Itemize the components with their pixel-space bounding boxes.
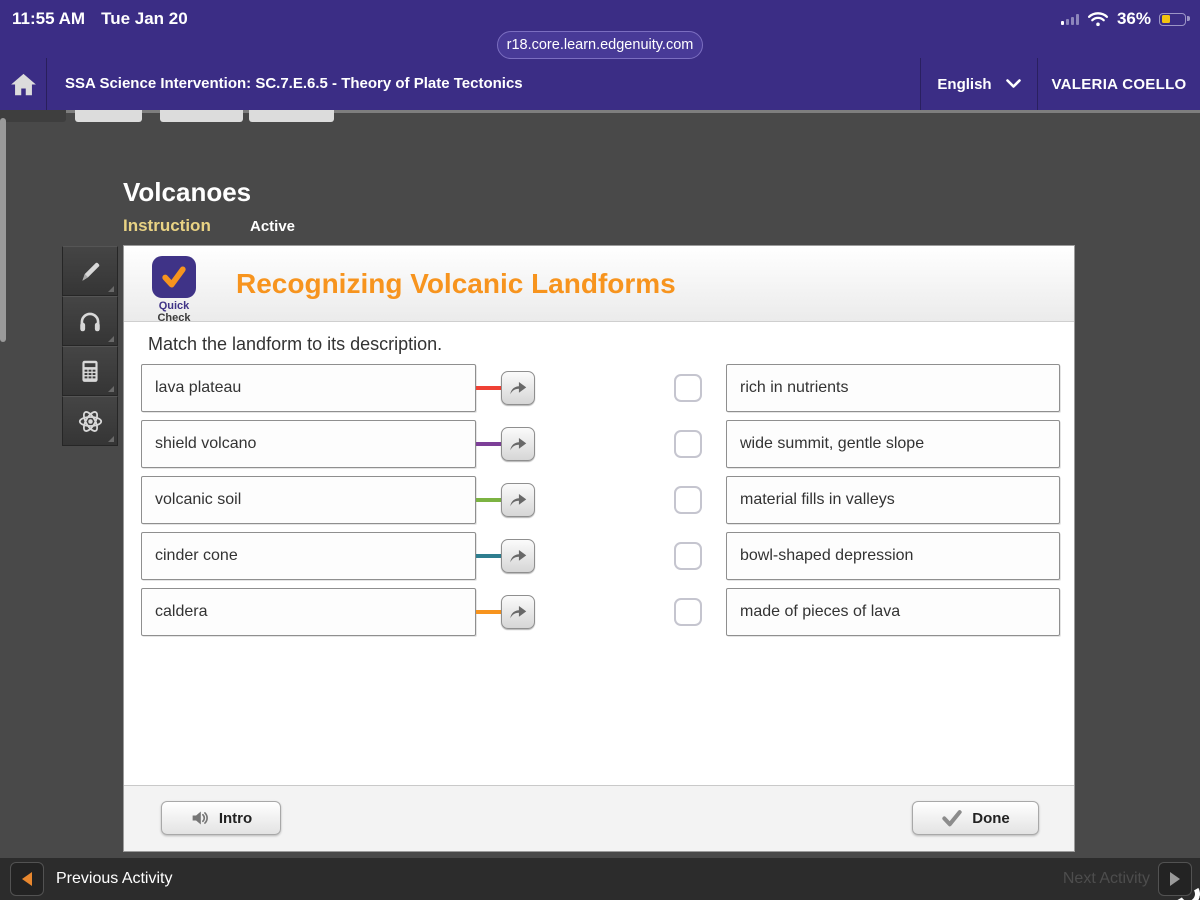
user-menu[interactable]: VALERIA COELLO [1038, 58, 1200, 110]
badge-label-quick: Quick [158, 300, 190, 312]
browser-header: 11:55 AM Tue Jan 20 36% r18.core.learn.e… [0, 0, 1200, 110]
tab-instruction[interactable]: Instruction [123, 216, 211, 236]
term-box[interactable]: volcanic soil [141, 476, 476, 524]
answer-checkbox[interactable] [674, 374, 702, 402]
tool-rail [62, 246, 118, 446]
calculator-tool-button[interactable] [62, 346, 118, 396]
answer-checkbox[interactable] [674, 430, 702, 458]
match-row: caldera made of pieces of lava [124, 588, 1074, 636]
date: Tue Jan 20 [101, 9, 188, 28]
bottom-nav-bar: Previous Activity Next Activity [0, 858, 1200, 900]
tab-active[interactable]: Active [250, 218, 295, 235]
match-arrow-button[interactable] [501, 371, 535, 405]
intro-button[interactable]: Intro [161, 801, 281, 835]
done-check-icon [942, 810, 962, 827]
term-box[interactable]: shield volcano [141, 420, 476, 468]
description-box[interactable]: rich in nutrients [726, 364, 1060, 412]
clock: 11:55 AM [12, 9, 86, 28]
audio-tool-button[interactable] [62, 296, 118, 346]
headphones-icon [80, 312, 100, 332]
curved-arrow-icon [510, 494, 527, 507]
home-icon [10, 73, 36, 95]
progress-segment [75, 110, 142, 122]
highlighter-pen-icon [82, 262, 100, 281]
language-label: English [937, 75, 992, 93]
progress-segment [160, 110, 243, 122]
answer-checkbox[interactable] [674, 542, 702, 570]
lesson-title: Volcanoes [123, 177, 252, 207]
previous-activity-button[interactable] [10, 862, 44, 896]
connector-line [476, 498, 502, 502]
quick-check-card: Quick Check Recognizing Volcanic Landfor… [123, 245, 1075, 852]
progress-segment [249, 110, 334, 122]
left-scrollbar[interactable] [0, 118, 6, 342]
connector-line [476, 610, 502, 614]
match-arrow-button[interactable] [501, 483, 535, 517]
address-bar[interactable]: r18.core.learn.edgenuity.com [497, 31, 703, 59]
language-selector[interactable]: English [920, 58, 1038, 110]
answer-checkbox[interactable] [674, 598, 702, 626]
match-arrow-button[interactable] [501, 595, 535, 629]
curved-arrow-icon [510, 438, 527, 451]
match-row: lava plateau rich in nutrients [124, 364, 1074, 412]
user-name: VALERIA COELLO [1051, 75, 1187, 93]
card-footer: Intro Done [124, 785, 1074, 851]
activity-heading: Recognizing Volcanic Landforms [236, 268, 676, 299]
course-title: SSA Science Intervention: SC.7.E.6.5 - T… [65, 75, 523, 92]
term-box[interactable]: cinder cone [141, 532, 476, 580]
match-row: shield volcano wide summit, gentle slope [124, 420, 1074, 468]
term-box[interactable]: caldera [141, 588, 476, 636]
question-prompt: Match the landform to its description. [148, 334, 443, 354]
connector-line [476, 386, 502, 390]
chevron-down-icon [1005, 79, 1021, 88]
done-button-label: Done [972, 809, 1010, 827]
status-bar-left: 11:55 AM Tue Jan 20 [12, 9, 188, 29]
match-arrow-button[interactable] [501, 539, 535, 573]
quick-check-header: Quick Check Recognizing Volcanic Landfor… [124, 246, 1074, 324]
description-box[interactable]: wide summit, gentle slope [726, 420, 1060, 468]
calculator-icon [82, 360, 98, 382]
previous-activity-label[interactable]: Previous Activity [56, 858, 172, 900]
connector-line [476, 554, 502, 558]
badge-label-check: Check [157, 312, 191, 324]
cellular-signal-icon [1060, 13, 1079, 25]
next-activity-label: Next Activity [1062, 870, 1150, 887]
progress-segment-current [0, 110, 66, 122]
status-bar-right: 36% [1060, 9, 1190, 29]
quick-check-icon [152, 256, 196, 298]
description-box[interactable]: bowl-shaped depression [726, 532, 1060, 580]
science-tool-button[interactable] [62, 396, 118, 446]
done-button[interactable]: Done [912, 801, 1039, 835]
curved-arrow-icon [510, 382, 527, 395]
term-box[interactable]: lava plateau [141, 364, 476, 412]
answer-checkbox[interactable] [674, 486, 702, 514]
intro-button-label: Intro [218, 809, 253, 827]
atom-icon [78, 410, 102, 432]
curved-arrow-icon [510, 550, 527, 563]
home-button[interactable] [0, 58, 47, 110]
wifi-icon [1087, 12, 1109, 27]
speaker-icon [192, 811, 208, 825]
connector-line [476, 442, 502, 446]
left-triangle-icon [22, 872, 32, 886]
match-row: volcanic soil material fills in valleys [124, 476, 1074, 524]
description-box[interactable]: made of pieces of lava [726, 588, 1060, 636]
curved-arrow-icon [510, 606, 527, 619]
match-arrow-button[interactable] [501, 427, 535, 461]
match-row: cinder cone bowl-shaped depression [124, 532, 1074, 580]
description-box[interactable]: material fills in valleys [726, 476, 1060, 524]
battery-icon [1159, 12, 1190, 26]
right-triangle-icon [1170, 872, 1180, 886]
battery-percent: 36% [1116, 9, 1151, 28]
quick-check-badge: Quick Check [150, 256, 198, 324]
checkmark-icon [162, 266, 186, 288]
highlighter-tool-button[interactable] [62, 246, 118, 296]
screen: 11:55 AM Tue Jan 20 36% r18.core.learn.e… [0, 0, 1200, 900]
